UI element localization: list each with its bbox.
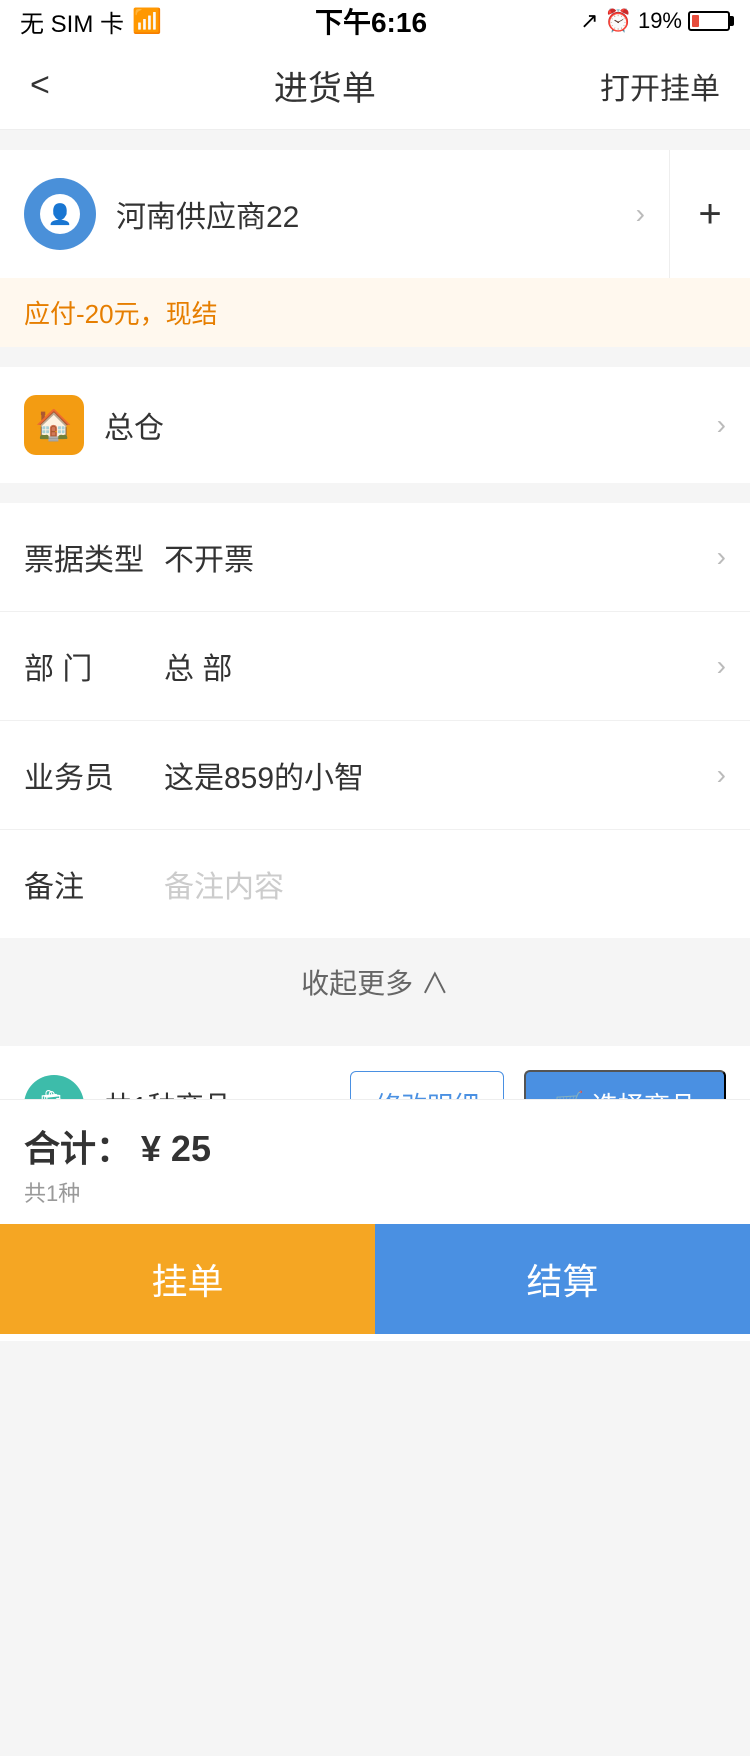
supplier-section: 👤 河南供应商22 › +: [0, 150, 750, 278]
chevron-right-icon: ›: [636, 198, 645, 230]
status-left: 无 SIM 卡 📶: [20, 4, 162, 39]
bottom-spacer: [0, 1341, 750, 1521]
chevron-right-icon-warehouse: ›: [717, 409, 726, 441]
time-label: 下午6:16: [315, 1, 427, 41]
hang-button[interactable]: 挂单: [0, 1224, 375, 1334]
gap-2: [0, 347, 750, 367]
salesperson-label: 业务员: [24, 753, 164, 797]
department-label: 部 门: [24, 644, 164, 688]
collapse-button[interactable]: 收起更多 ∧: [0, 938, 750, 1026]
battery-icon: [688, 11, 730, 31]
page-title: 进货单: [274, 61, 376, 110]
checkout-button[interactable]: 结算: [375, 1224, 750, 1334]
warehouse-name: 总仓: [104, 403, 707, 447]
chevron-right-icon-invoice: ›: [717, 541, 726, 573]
balance-notice: 应付-20元，现结: [0, 278, 750, 347]
status-bar: 无 SIM 卡 📶 下午6:16 ↗ ⏰ 19%: [0, 0, 750, 42]
gap-4: [0, 1026, 750, 1046]
wifi-icon: 📶: [132, 7, 162, 36]
open-hang-button[interactable]: 打开挂单: [600, 64, 720, 108]
total-label: 合计：: [24, 1128, 132, 1169]
nav-bar: < 进货单 打开挂单: [0, 42, 750, 130]
avatar-icon: 👤: [40, 194, 80, 234]
total-section: 合计： ¥ 25 共1种: [0, 1099, 750, 1224]
total-amount: 合计： ¥ 25: [24, 1120, 726, 1172]
invoice-type-value: 不开票: [164, 535, 707, 579]
supplier-selector[interactable]: 👤 河南供应商22 ›: [0, 150, 670, 278]
chevron-right-icon-dept: ›: [717, 650, 726, 682]
alarm-icon: ⏰: [605, 8, 632, 34]
chevron-right-icon-sales: ›: [717, 759, 726, 791]
supplier-name: 河南供应商22: [116, 192, 626, 236]
remark-label: 备注: [24, 862, 164, 906]
add-supplier-button[interactable]: +: [670, 150, 750, 278]
status-right: ↗ ⏰ 19%: [580, 8, 730, 34]
carrier-label: 无 SIM 卡: [20, 4, 124, 39]
supplier-avatar: 👤: [24, 178, 96, 250]
warehouse-selector[interactable]: 🏠 总仓 ›: [0, 367, 750, 483]
total-value: ¥ 25: [141, 1128, 211, 1169]
salesperson-row[interactable]: 业务员 这是859的小智 ›: [0, 721, 750, 830]
battery-percent-label: 19%: [638, 8, 682, 34]
back-button[interactable]: <: [30, 66, 50, 105]
gap-3: [0, 483, 750, 503]
invoice-type-row[interactable]: 票据类型 不开票 ›: [0, 503, 750, 612]
gap-1: [0, 130, 750, 150]
remark-placeholder: 备注内容: [164, 862, 726, 906]
salesperson-value: 这是859的小智: [164, 753, 707, 797]
department-row[interactable]: 部 门 总 部 ›: [0, 612, 750, 721]
invoice-type-label: 票据类型: [24, 535, 164, 579]
bottom-bar: 合计： ¥ 25 共1种 挂单 结算: [0, 1099, 750, 1334]
department-value: 总 部: [164, 644, 707, 688]
total-count: 共1种: [24, 1176, 726, 1208]
form-section: 票据类型 不开票 › 部 门 总 部 › 业务员 这是859的小智 › 备注 备…: [0, 503, 750, 938]
bottom-actions: 挂单 结算: [0, 1224, 750, 1334]
location-icon: ↗: [580, 8, 598, 34]
warehouse-icon: 🏠: [24, 395, 84, 455]
remark-row[interactable]: 备注 备注内容: [0, 830, 750, 938]
